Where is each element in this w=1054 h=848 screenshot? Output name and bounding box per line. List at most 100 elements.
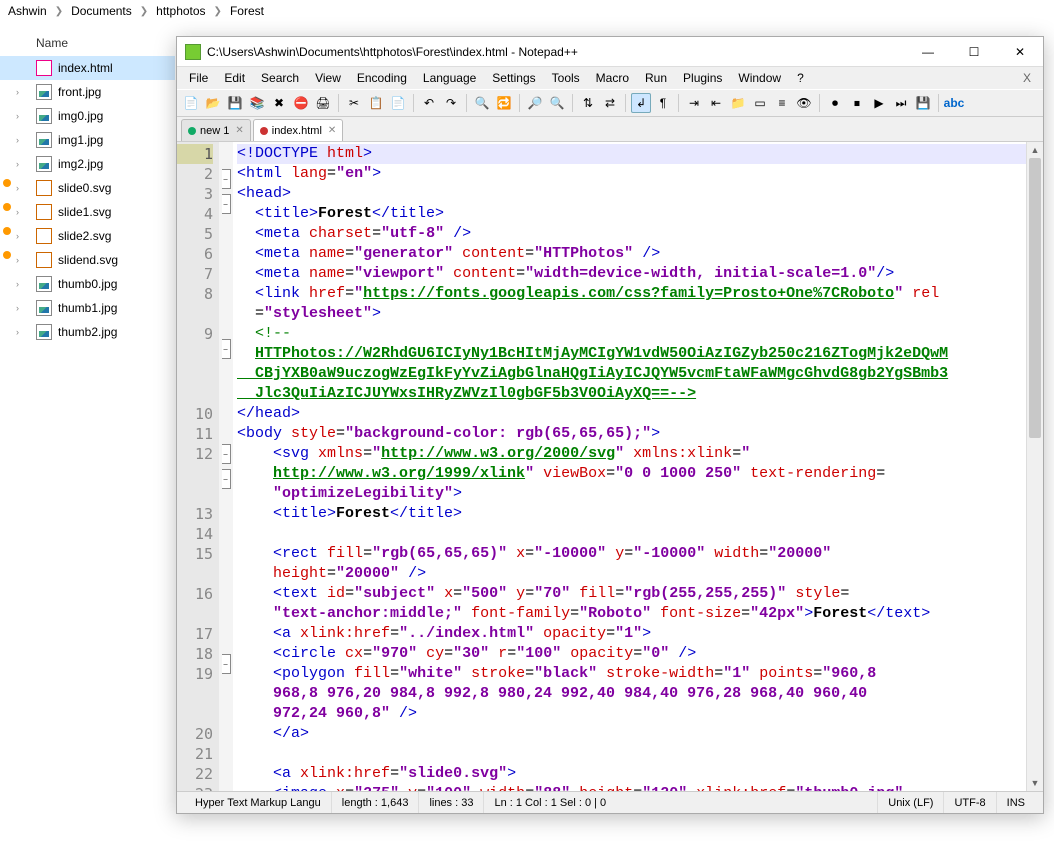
crumb-0[interactable]: Ashwin: [8, 4, 47, 18]
fold-toggle-icon[interactable]: −: [222, 194, 231, 214]
file-item[interactable]: ›slidend.svg: [0, 248, 175, 272]
func-list-icon[interactable]: ≡: [772, 93, 792, 113]
status-encoding[interactable]: UTF-8: [944, 792, 996, 813]
save-macro-icon[interactable]: 💾: [913, 93, 933, 113]
file-item[interactable]: ›thumb2.jpg: [0, 320, 175, 344]
crumb-2[interactable]: httphotos: [156, 4, 205, 18]
titlebar[interactable]: C:\Users\Ashwin\Documents\httphotos\Fore…: [177, 37, 1043, 67]
minimize-button[interactable]: —: [905, 37, 951, 67]
file-name: slide0.svg: [58, 178, 111, 198]
expand-icon: ›: [16, 106, 19, 126]
close-file-icon[interactable]: ✖: [269, 93, 289, 113]
sync-h-icon[interactable]: ⇄: [600, 93, 620, 113]
paste-icon[interactable]: 📄: [388, 93, 408, 113]
file-item[interactable]: ›img2.jpg: [0, 152, 175, 176]
spellcheck-icon[interactable]: abc: [944, 93, 964, 113]
replace-icon[interactable]: 🔁: [494, 93, 514, 113]
redo-icon[interactable]: ↷: [441, 93, 461, 113]
menu-plugins[interactable]: Plugins: [675, 69, 730, 87]
statusbar: Hyper Text Markup Langu length : 1,643 l…: [177, 791, 1043, 813]
scroll-down-icon[interactable]: ▼: [1027, 775, 1043, 791]
file-item[interactable]: index.html: [0, 56, 175, 80]
tab-close-icon[interactable]: ✕: [328, 125, 336, 136]
editor[interactable]: 1234567891011121314151617181920212223 −−…: [177, 141, 1043, 791]
menu-macro[interactable]: Macro: [588, 69, 637, 87]
toolbar: 📄 📂 💾 📚 ✖ ⛔ 🖨 ✂ 📋 📄 ↶ ↷ 🔍 🔁 🔎 🔍 ⇅ ⇄ ↲ ¶ …: [177, 89, 1043, 117]
save-icon[interactable]: 💾: [225, 93, 245, 113]
tab-indexhtml[interactable]: index.html✕: [253, 119, 344, 141]
vertical-scrollbar[interactable]: ▲ ▼: [1026, 142, 1043, 791]
code-area[interactable]: <!DOCTYPE html><html lang="en"><head> <t…: [233, 142, 1043, 791]
status-eol[interactable]: Unix (LF): [878, 792, 944, 813]
expand-icon: ›: [16, 130, 19, 150]
sync-v-icon[interactable]: ⇅: [578, 93, 598, 113]
menubar-close-icon[interactable]: X: [1015, 69, 1039, 87]
save-all-icon[interactable]: 📚: [247, 93, 267, 113]
menu-tools[interactable]: Tools: [544, 69, 588, 87]
menu-view[interactable]: View: [307, 69, 349, 87]
copy-icon[interactable]: 📋: [366, 93, 386, 113]
print-icon[interactable]: 🖨: [313, 93, 333, 113]
zoom-in-icon[interactable]: 🔎: [525, 93, 545, 113]
find-icon[interactable]: 🔍: [472, 93, 492, 113]
fold-toggle-icon[interactable]: −: [222, 469, 231, 489]
outdent-icon[interactable]: ⇤: [706, 93, 726, 113]
close-button[interactable]: ✕: [997, 37, 1043, 67]
status-insert-mode[interactable]: INS: [997, 792, 1035, 813]
file-item[interactable]: ›thumb1.jpg: [0, 296, 175, 320]
column-header-name[interactable]: Name: [0, 32, 175, 56]
new-file-icon[interactable]: 📄: [181, 93, 201, 113]
crumb-1[interactable]: Documents: [71, 4, 132, 18]
tab-close-icon[interactable]: ✕: [235, 125, 243, 136]
file-type-icon: [36, 108, 52, 124]
menu-help[interactable]: ?: [789, 69, 812, 87]
play-multi-icon[interactable]: ⏭: [891, 93, 911, 113]
file-item[interactable]: ›img0.jpg: [0, 104, 175, 128]
close-all-icon[interactable]: ⛔: [291, 93, 311, 113]
menu-search[interactable]: Search: [253, 69, 307, 87]
file-item[interactable]: ›slide2.svg: [0, 224, 175, 248]
cut-icon[interactable]: ✂: [344, 93, 364, 113]
crumb-3[interactable]: Forest: [230, 4, 264, 18]
menu-encoding[interactable]: Encoding: [349, 69, 415, 87]
fold-toggle-icon[interactable]: −: [222, 169, 231, 189]
folder-icon[interactable]: 📁: [728, 93, 748, 113]
stop-macro-icon[interactable]: ⏹: [847, 93, 867, 113]
file-item[interactable]: ›front.jpg: [0, 80, 175, 104]
menu-edit[interactable]: Edit: [216, 69, 253, 87]
breadcrumb[interactable]: Ashwin❯ Documents❯ httphotos❯ Forest: [0, 0, 1054, 26]
file-type-icon: [36, 60, 52, 76]
tab-label: new 1: [200, 125, 229, 137]
zoom-out-icon[interactable]: 🔍: [547, 93, 567, 113]
file-name: slide2.svg: [58, 226, 111, 246]
fold-toggle-icon[interactable]: −: [222, 339, 231, 359]
file-item[interactable]: ›thumb0.jpg: [0, 272, 175, 296]
file-item[interactable]: › img1.jpg: [0, 128, 175, 152]
indent-icon[interactable]: ⇥: [684, 93, 704, 113]
file-name: front.jpg: [58, 82, 101, 102]
open-file-icon[interactable]: 📂: [203, 93, 223, 113]
menubar: File Edit Search View Encoding Language …: [177, 67, 1043, 89]
fold-toggle-icon[interactable]: −: [222, 444, 231, 464]
doc-map-icon[interactable]: ▭: [750, 93, 770, 113]
menu-window[interactable]: Window: [730, 69, 789, 87]
record-macro-icon[interactable]: ⏺: [825, 93, 845, 113]
file-item[interactable]: ›slide0.svg: [0, 176, 175, 200]
menu-file[interactable]: File: [181, 69, 216, 87]
play-macro-icon[interactable]: ▶: [869, 93, 889, 113]
maximize-button[interactable]: ☐: [951, 37, 997, 67]
menu-run[interactable]: Run: [637, 69, 675, 87]
tab-new1[interactable]: new 1 ✕: [181, 119, 251, 141]
menu-language[interactable]: Language: [415, 69, 484, 87]
wordwrap-icon[interactable]: ↲: [631, 93, 651, 113]
scroll-up-icon[interactable]: ▲: [1027, 142, 1043, 158]
file-item[interactable]: ›slide1.svg: [0, 200, 175, 224]
show-chars-icon[interactable]: ¶: [653, 93, 673, 113]
fold-toggle-icon[interactable]: −: [222, 654, 231, 674]
file-name: img1.jpg: [58, 130, 103, 150]
fold-column[interactable]: −−−−−−−: [219, 142, 233, 791]
monitor-icon[interactable]: 👁: [794, 93, 814, 113]
menu-settings[interactable]: Settings: [484, 69, 543, 87]
undo-icon[interactable]: ↶: [419, 93, 439, 113]
scrollbar-thumb[interactable]: [1029, 158, 1041, 438]
